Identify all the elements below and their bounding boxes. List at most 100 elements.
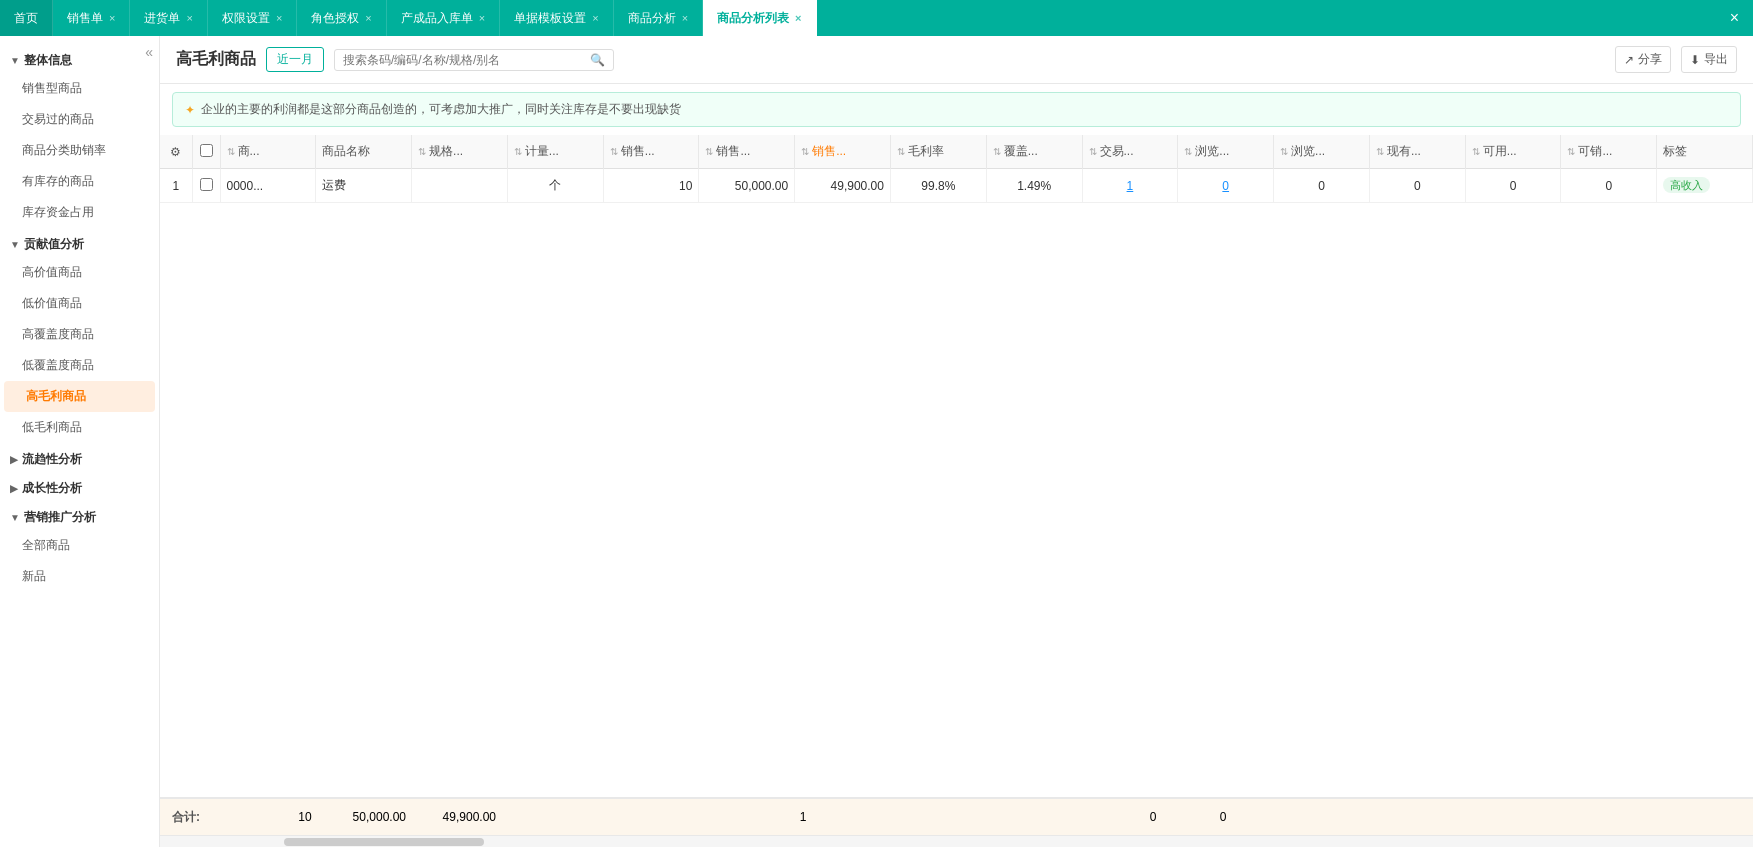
sidebar-item-0-0[interactable]: 销售型商品 [0,73,159,104]
scroll-thumb[interactable] [284,838,484,846]
tip-text: 企业的主要的利润都是这部分商品创造的，可考虑加大推广，同时关注库存是不要出现缺货 [201,101,681,118]
sidebar-item-4-0[interactable]: 全部商品 [0,530,159,561]
row-browse1-link[interactable]: 0 [1222,179,1229,193]
close-all-tabs[interactable]: × [1716,9,1753,27]
nav-item-1[interactable]: 销售单× [53,0,130,36]
close-tab-icon-7[interactable]: × [682,12,688,24]
sidebar-item-4-1[interactable]: 新品 [0,561,159,592]
col-header-2[interactable]: ⇅商... [220,135,316,169]
col-header-17: 标签 [1657,135,1753,169]
chevron-down-icon: ▼ [10,55,20,66]
nav-item-3[interactable]: 权限设置× [208,0,297,36]
sort-icon-2: ⇅ [227,146,235,157]
table-wrap: ⚙⇅商...商品名称⇅规格...⇅计量...⇅销售...⇅销售...⇅销售...… [160,135,1753,797]
close-tab-icon-5[interactable]: × [479,12,485,24]
col-header-1 [192,135,220,169]
nav-item-8[interactable]: 商品分析列表× [703,0,816,36]
row-sales1: 10 [603,169,699,203]
sidebar-item-1-2[interactable]: 高覆盖度商品 [0,319,159,350]
sidebar-collapse-btn[interactable]: « [145,44,153,60]
nav-item-4[interactable]: 角色授权× [297,0,386,36]
horizontal-scrollbar[interactable] [160,835,1753,847]
sidebar-group-0[interactable]: ▼整体信息 [0,44,159,73]
col-header-11[interactable]: ⇅交易... [1082,135,1178,169]
select-all-checkbox[interactable] [200,144,213,157]
sidebar-group-2[interactable]: ▶流趋性分析 [0,443,159,472]
search-icon[interactable]: 🔍 [590,53,605,67]
sidebar-item-0-2[interactable]: 商品分类助销率 [0,135,159,166]
page-title: 高毛利商品 [176,49,256,70]
col-header-3: 商品名称 [316,135,412,169]
row-transactions-link[interactable]: 1 [1127,179,1134,193]
sidebar-group-3[interactable]: ▶成长性分析 [0,472,159,501]
row-sales3: 49,900.00 [795,169,891,203]
table-body: 10000...运费个1050,000.0049,900.0099.8%1.49… [160,169,1753,203]
col-header-14[interactable]: ⇅现有... [1369,135,1465,169]
nav-item-6[interactable]: 单据模板设置× [500,0,613,36]
footer-available2: 0 [1188,810,1258,824]
sidebar-item-1-1[interactable]: 低价值商品 [0,288,159,319]
sidebar-item-1-3[interactable]: 低覆盖度商品 [0,350,159,381]
row-select-checkbox[interactable] [200,178,213,191]
sort-icon-14: ⇅ [1376,146,1384,157]
content-header: 高毛利商品 近一月 🔍 ↗ 分享 ⬇ 导出 [160,36,1753,84]
sort-icon-7: ⇅ [705,146,713,157]
sidebar-group-4[interactable]: ▼营销推广分析 [0,501,159,530]
data-table: ⚙⇅商...商品名称⇅规格...⇅计量...⇅销售...⇅销售...⇅销售...… [160,135,1753,203]
col-header-4[interactable]: ⇅规格... [412,135,508,169]
footer-sales2: 50,000.00 [328,810,418,824]
sort-icon-13: ⇅ [1280,146,1288,157]
row-available1: 0 [1369,169,1465,203]
chevron-down-icon: ▼ [10,239,20,250]
tip-bar: ✦ 企业的主要的利润都是这部分商品创造的，可考虑加大推广，同时关注库存是不要出现… [172,92,1741,127]
col-header-8[interactable]: ⇅销售... [795,135,891,169]
sidebar-group-1[interactable]: ▼贡献值分析 [0,228,159,257]
close-tab-icon-6[interactable]: × [592,12,598,24]
close-tab-icon-4[interactable]: × [365,12,371,24]
row-spec [412,169,508,203]
sidebar-item-0-1[interactable]: 交易过的商品 [0,104,159,135]
sidebar-item-1-5[interactable]: 低毛利商品 [0,412,159,443]
search-input[interactable] [343,53,590,67]
footer-sales3: 49,900.00 [418,810,508,824]
row-checkbox[interactable] [192,169,220,203]
chevron-down-icon: ▼ [10,512,20,523]
sort-icon-5: ⇅ [514,146,522,157]
col-header-9[interactable]: ⇅毛利率 [890,135,986,169]
row-gross-rate: 99.8% [890,169,986,203]
export-button[interactable]: ⬇ 导出 [1681,46,1737,73]
close-tab-icon-8[interactable]: × [795,12,801,24]
tag-badge: 高收入 [1663,177,1710,193]
sort-icon-6: ⇅ [610,146,618,157]
period-button[interactable]: 近一月 [266,47,324,72]
row-browse1: 0 [1178,169,1274,203]
col-header-10[interactable]: ⇅覆盖... [986,135,1082,169]
col-header-13[interactable]: ⇅浏览... [1274,135,1370,169]
col-header-7[interactable]: ⇅销售... [699,135,795,169]
close-tab-icon-1[interactable]: × [109,12,115,24]
footer-available1: 0 [1118,810,1188,824]
col-header-12[interactable]: ⇅浏览... [1178,135,1274,169]
nav-item-5[interactable]: 产成品入库单× [387,0,500,36]
nav-item-0[interactable]: 首页 [0,0,53,36]
col-header-15[interactable]: ⇅可用... [1465,135,1561,169]
settings-icon[interactable]: ⚙ [170,145,181,159]
sidebar-item-1-0[interactable]: 高价值商品 [0,257,159,288]
col-header-5[interactable]: ⇅计量... [507,135,603,169]
row-index: 1 [160,169,192,203]
close-tab-icon-3[interactable]: × [276,12,282,24]
close-tab-icon-2[interactable]: × [186,12,192,24]
header-actions: ↗ 分享 ⬇ 导出 [1615,46,1737,73]
row-available2: 0 [1465,169,1561,203]
sidebar-item-0-4[interactable]: 库存资金占用 [0,197,159,228]
sidebar-item-1-4[interactable]: 高毛利商品 [4,381,155,412]
row-browse2: 0 [1274,169,1370,203]
footer-summary: 合计: 10 50,000.00 49,900.00 1 0 0 [160,797,1753,835]
search-box: 🔍 [334,49,614,71]
col-header-16[interactable]: ⇅可销... [1561,135,1657,169]
sidebar-item-0-3[interactable]: 有库存的商品 [0,166,159,197]
col-header-6[interactable]: ⇅销售... [603,135,699,169]
nav-item-7[interactable]: 商品分析× [614,0,703,36]
nav-item-2[interactable]: 进货单× [130,0,207,36]
share-button[interactable]: ↗ 分享 [1615,46,1671,73]
